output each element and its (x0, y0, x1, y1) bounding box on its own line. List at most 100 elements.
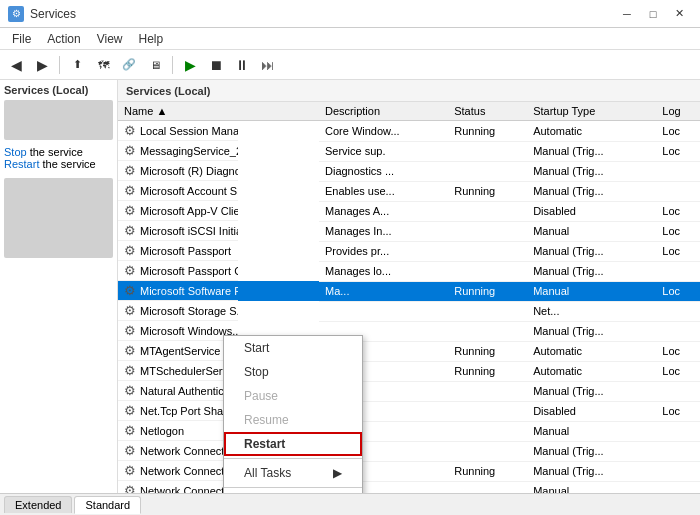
service-icon: ⚙ (124, 203, 136, 218)
context-menu-item-restart[interactable]: Restart (224, 432, 362, 456)
service-name-text: Microsoft App-V Client (140, 205, 238, 217)
service-icon: ⚙ (124, 483, 136, 493)
cell-status (448, 241, 527, 261)
table-row[interactable]: ⚙ MTSchedulerService Running Automatic L… (118, 361, 700, 381)
service-name-text: Local Session Manager (140, 125, 238, 137)
table-row[interactable]: ⚙ MessagingService_2e331 Service sup. Ma… (118, 141, 700, 161)
table-row[interactable]: ⚙ Microsoft App-V Client Manages A... Di… (118, 201, 700, 221)
context-menu-item-all-tasks[interactable]: All Tasks▶ (224, 461, 362, 485)
cell-desc: Manages lo... (319, 261, 448, 281)
cell-startup: Manual (Trig... (527, 241, 656, 261)
service-name-text: Microsoft Account Sign-in ... (140, 185, 238, 197)
cell-startup: Manual (527, 481, 656, 493)
close-button[interactable]: ✕ (666, 4, 692, 24)
table-row[interactable]: ⚙ Local Session Manager Core Window... R… (118, 121, 700, 142)
service-icon: ⚙ (124, 143, 136, 158)
service-name-text: Microsoft iSCSI Initiator Ser... (140, 225, 238, 237)
cell-desc: Provides pr... (319, 241, 448, 261)
tab-standard[interactable]: Standard (74, 496, 141, 514)
restart-service-link[interactable]: Restart (4, 158, 39, 170)
cell-status (448, 441, 527, 461)
table-row[interactable]: ⚙ Natural Authentica... Manual (Trig... (118, 381, 700, 401)
table-row[interactable]: ⚙ Microsoft Account Sign-in ... Enables … (118, 181, 700, 201)
service-name-text: MTAgentService (140, 345, 221, 357)
services-table-container[interactable]: Name ▲ Description Status Startup Type L… (118, 102, 700, 493)
col-name[interactable]: Name ▲ (118, 102, 319, 121)
table-row[interactable]: ⚙ Microsoft Passport Container Manages l… (118, 261, 700, 281)
cell-name: ⚙ Microsoft iSCSI Initiator Ser... (118, 221, 238, 241)
cell-log (656, 301, 700, 321)
context-menu-item-stop[interactable]: Stop (224, 360, 362, 384)
table-row[interactable]: ⚙ Microsoft (R) Diagnostics H... Diagnos… (118, 161, 700, 181)
minimize-button[interactable]: ─ (614, 4, 640, 24)
table-row[interactable]: ⚙ Microsoft Windows... Manual (Trig... (118, 321, 700, 341)
cell-startup: Disabled (527, 401, 656, 421)
cell-log: Loc (656, 281, 700, 301)
col-status[interactable]: Status (448, 102, 527, 121)
stop-action-line: Stop the service (4, 146, 113, 158)
table-row[interactable]: ⚙ Netlogon Manual (118, 421, 700, 441)
cell-log (656, 461, 700, 481)
cell-name: ⚙ Network Connecte... (118, 441, 238, 461)
col-startup[interactable]: Startup Type (527, 102, 656, 121)
table-row[interactable]: ⚙ Network Connecte... Manual (Trig... (118, 441, 700, 461)
main-content: Services (Local) Stop the service Restar… (0, 80, 700, 493)
service-icon: ⚙ (124, 423, 136, 438)
app-icon: ⚙ (8, 6, 24, 22)
cell-status (448, 141, 527, 161)
table-row[interactable]: ⚙ Network Connectio... Running Manual (T… (118, 461, 700, 481)
service-name-text: Netlogon (140, 425, 184, 437)
table-row[interactable]: ⚙ Microsoft Passport Provides pr... Manu… (118, 241, 700, 261)
context-menu: StartStopPauseResumeRestartAll Tasks▶Ref… (223, 335, 363, 493)
service-name-text: Microsoft (R) Diagnostics H... (140, 165, 238, 177)
menu-help[interactable]: Help (131, 30, 172, 48)
cell-log (656, 181, 700, 201)
toolbar-pause[interactable]: ⏸ (230, 54, 254, 76)
cell-desc: Service sup. (319, 141, 448, 161)
stop-service-link[interactable]: Stop (4, 146, 27, 158)
cell-name: ⚙ Microsoft Storage S... (118, 301, 238, 321)
table-row[interactable]: ⚙ Microsoft iSCSI Initiator Ser... Manag… (118, 221, 700, 241)
menu-view[interactable]: View (89, 30, 131, 48)
context-menu-item-refresh[interactable]: Refresh (224, 490, 362, 493)
cell-status: Running (448, 121, 527, 142)
table-row[interactable]: ⚙ Microsoft Storage S... Net... (118, 301, 700, 321)
context-menu-item-start[interactable]: Start (224, 336, 362, 360)
maximize-button[interactable]: □ (640, 4, 666, 24)
cell-log: Loc (656, 201, 700, 221)
cell-startup: Manual (Trig... (527, 321, 656, 341)
menu-file[interactable]: File (4, 30, 39, 48)
tab-extended[interactable]: Extended (4, 496, 72, 513)
left-panel-image-top (4, 100, 113, 140)
service-name-text: Microsoft Software P... (140, 285, 238, 297)
toolbar-up[interactable]: ⬆ (65, 54, 89, 76)
toolbar-forward[interactable]: ▶ (30, 54, 54, 76)
toolbar-map[interactable]: 🗺 (91, 54, 115, 76)
col-log[interactable]: Log (656, 102, 700, 121)
stop-action-suffix: the service (27, 146, 83, 158)
cell-log: Loc (656, 401, 700, 421)
toolbar-connect[interactable]: 🔗 (117, 54, 141, 76)
toolbar-start[interactable]: ▶ (178, 54, 202, 76)
table-row[interactable]: ⚙ MTAgentService Running Automatic Loc (118, 341, 700, 361)
table-row[interactable]: ⚙ Network Connectio... Manual (118, 481, 700, 493)
table-row[interactable]: ⚙ Microsoft Software P... Ma... Running … (118, 281, 700, 301)
menu-action[interactable]: Action (39, 30, 88, 48)
cell-status: Running (448, 461, 527, 481)
service-icon: ⚙ (124, 163, 136, 178)
right-panel: Services (Local) Name ▲ Description Stat… (118, 80, 700, 493)
table-row[interactable]: ⚙ Net.Tcp Port Sharin... Disabled Loc (118, 401, 700, 421)
col-description[interactable]: Description (319, 102, 448, 121)
window-controls: ─ □ ✕ (614, 4, 692, 24)
table-header-row: Name ▲ Description Status Startup Type L… (118, 102, 700, 121)
toolbar-restart[interactable]: ⏭ (256, 54, 280, 76)
toolbar-display[interactable]: 🖥 (143, 54, 167, 76)
cell-desc: Manages A... (319, 201, 448, 221)
toolbar-stop[interactable]: ⏹ (204, 54, 228, 76)
cell-desc: Diagnostics ... (319, 161, 448, 181)
toolbar-back[interactable]: ◀ (4, 54, 28, 76)
services-tbody: ⚙ Local Session Manager Core Window... R… (118, 121, 700, 494)
cell-desc: Ma... (319, 281, 448, 301)
restart-action-line: Restart the service (4, 158, 113, 170)
services-table: Name ▲ Description Status Startup Type L… (118, 102, 700, 493)
